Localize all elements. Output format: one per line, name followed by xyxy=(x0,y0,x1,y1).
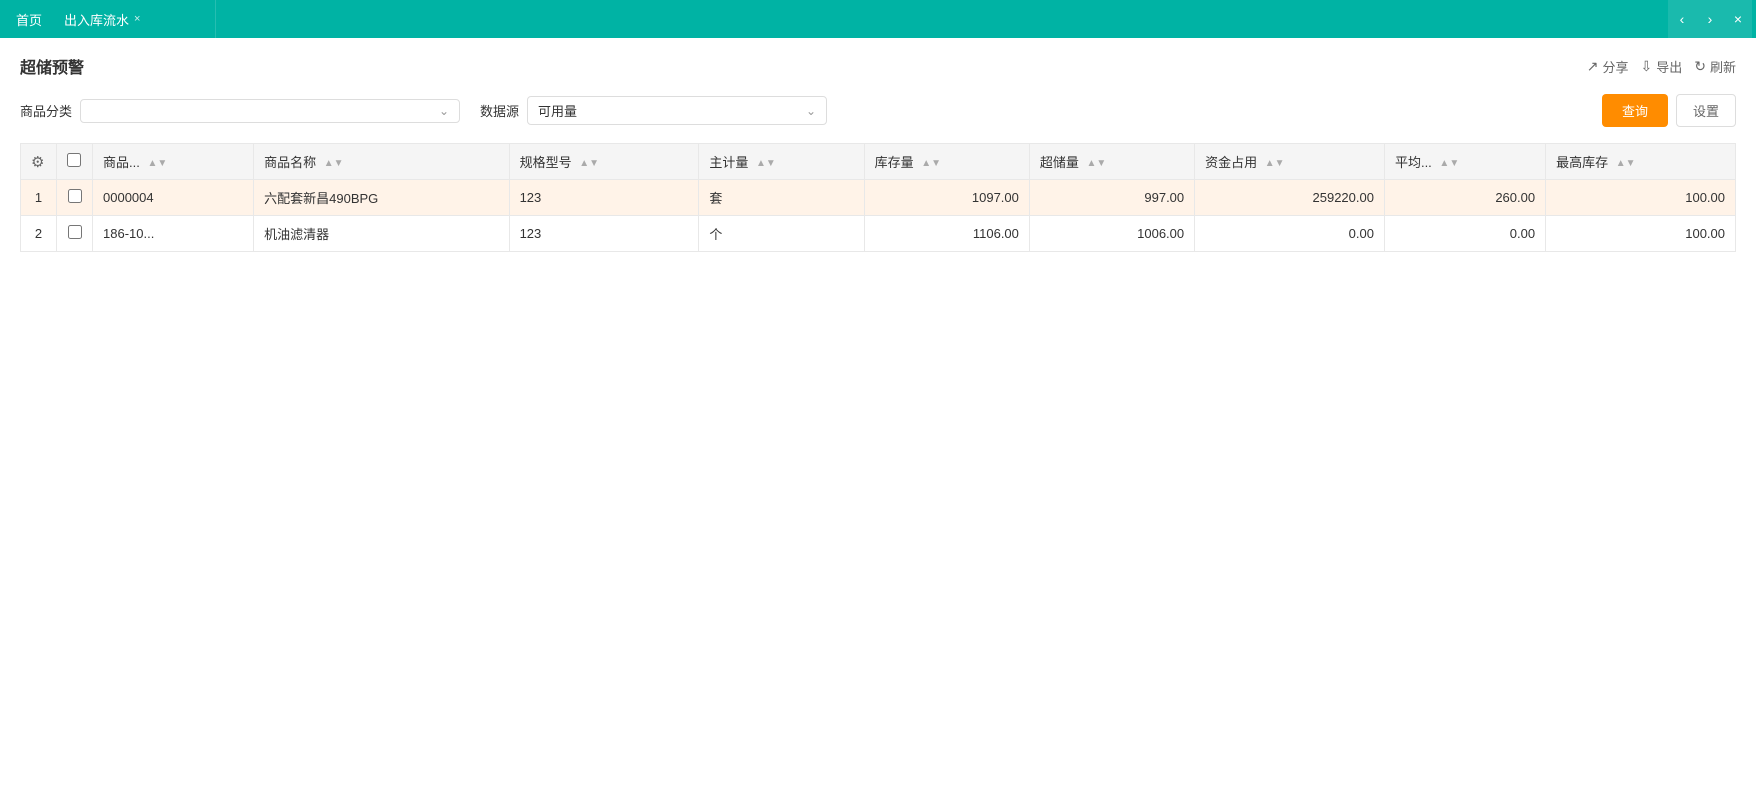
nav-next-btn[interactable]: › xyxy=(1696,0,1724,38)
sort-max-stock-icon[interactable]: ▲▼ xyxy=(1616,159,1636,169)
row-max-stock-0: 100.00 xyxy=(1546,180,1736,216)
category-filter-group: 商品分类 ⌄ xyxy=(20,99,460,123)
row-unit-0: 套 xyxy=(699,180,864,216)
page-header: 超储预警 ↗ 分享 ⇩ 导出 ↻ 刷新 xyxy=(20,54,1736,78)
data-table: ⚙ 商品... ▲▼ 商品名称 ▲▼ 规格型号 ▲▼ 主计 xyxy=(20,143,1736,252)
row-spec-0: 123 xyxy=(509,180,699,216)
query-button[interactable]: 查询 xyxy=(1602,94,1668,127)
sort-stock-icon[interactable]: ▲▼ xyxy=(921,159,941,169)
table-row: 1 0000004 六配套新昌490BPG 123 套 1097.00 997.… xyxy=(21,180,1736,216)
header-actions: ↗ 分享 ⇩ 导出 ↻ 刷新 xyxy=(1587,57,1736,76)
nav-home[interactable]: 首页 xyxy=(4,10,54,29)
page-content: 超储预警 ↗ 分享 ⇩ 导出 ↻ 刷新 商品分类 ⌄ 数据源 xyxy=(0,38,1756,800)
top-nav: 首页 拣货任务管理×拣货异常处理×现存量（库存状况表）×现存量（库存分布表）×库… xyxy=(0,0,1756,38)
category-label: 商品分类 xyxy=(20,101,72,120)
category-chevron-icon: ⌄ xyxy=(439,104,449,118)
row-avg-0: 260.00 xyxy=(1384,180,1545,216)
share-btn[interactable]: ↗ 分享 xyxy=(1587,57,1629,76)
col-checkbox xyxy=(57,144,93,180)
refresh-icon: ↻ xyxy=(1694,58,1706,75)
settings-button[interactable]: 设置 xyxy=(1676,94,1736,127)
export-btn[interactable]: ⇩ 导出 xyxy=(1641,57,1683,76)
nav-close-btn[interactable]: × xyxy=(1724,0,1752,38)
sort-overstock-icon[interactable]: ▲▼ xyxy=(1087,159,1107,169)
sort-product-name-icon[interactable]: ▲▼ xyxy=(324,159,344,169)
filter-actions: 查询 设置 xyxy=(1602,94,1736,127)
datasource-value: 可用量 xyxy=(538,101,577,120)
export-icon: ⇩ xyxy=(1641,58,1653,75)
datasource-chevron-icon: ⌄ xyxy=(806,104,816,118)
row-avg-1: 0.00 xyxy=(1384,216,1545,252)
row-check-1[interactable] xyxy=(68,225,82,239)
col-unit: 主计量 ▲▼ xyxy=(699,144,864,180)
datasource-label: 数据源 xyxy=(480,101,519,120)
row-spec-1: 123 xyxy=(509,216,699,252)
row-capital-0: 259220.00 xyxy=(1195,180,1385,216)
row-product-name-1: 机油滤清器 xyxy=(254,216,509,252)
row-max-stock-1: 100.00 xyxy=(1546,216,1736,252)
sort-avg-icon[interactable]: ▲▼ xyxy=(1439,159,1459,169)
col-overstock: 超储量 ▲▼ xyxy=(1029,144,1194,180)
col-max-stock: 最高库存 ▲▼ xyxy=(1546,144,1736,180)
table-header: ⚙ 商品... ▲▼ 商品名称 ▲▼ 规格型号 ▲▼ 主计 xyxy=(21,144,1736,180)
col-capital: 资金占用 ▲▼ xyxy=(1195,144,1385,180)
datasource-filter-group: 数据源 可用量 ⌄ xyxy=(480,96,827,125)
row-product-code-1: 186-10... xyxy=(93,216,254,252)
sort-capital-icon[interactable]: ▲▼ xyxy=(1265,159,1285,169)
nav-tabs: 拣货任务管理×拣货异常处理×现存量（库存状况表）×现存量（库存分布表）×库存批次… xyxy=(54,0,216,38)
col-stock: 库存量 ▲▼ xyxy=(864,144,1029,180)
nav-tab-5[interactable]: 出入库流水× xyxy=(54,0,216,38)
row-stock-0: 1097.00 xyxy=(864,180,1029,216)
row-num-1: 2 xyxy=(21,216,57,252)
col-avg: 平均... ▲▼ xyxy=(1384,144,1545,180)
row-checkbox-1 xyxy=(57,216,93,252)
select-all-checkbox[interactable] xyxy=(67,153,81,167)
datasource-select[interactable]: 可用量 ⌄ xyxy=(527,96,827,125)
page-title: 超储预警 xyxy=(20,54,84,78)
col-settings: ⚙ xyxy=(21,144,57,180)
row-unit-1: 个 xyxy=(699,216,864,252)
nav-tab-close-5[interactable]: × xyxy=(134,13,140,25)
row-overstock-0: 997.00 xyxy=(1029,180,1194,216)
table-body: 1 0000004 六配套新昌490BPG 123 套 1097.00 997.… xyxy=(21,180,1736,252)
gear-icon[interactable]: ⚙ xyxy=(31,154,44,171)
row-product-name-0: 六配套新昌490BPG xyxy=(254,180,509,216)
nav-prev-btn[interactable]: ‹ xyxy=(1668,0,1696,38)
row-product-code-0: 0000004 xyxy=(93,180,254,216)
sort-spec-icon[interactable]: ▲▼ xyxy=(579,159,599,169)
filter-row: 商品分类 ⌄ 数据源 可用量 ⌄ 查询 设置 xyxy=(20,94,1736,127)
row-check-0[interactable] xyxy=(68,189,82,203)
sort-product-code-icon[interactable]: ▲▼ xyxy=(147,159,167,169)
col-spec: 规格型号 ▲▼ xyxy=(509,144,699,180)
refresh-btn[interactable]: ↻ 刷新 xyxy=(1694,57,1736,76)
row-overstock-1: 1006.00 xyxy=(1029,216,1194,252)
share-icon: ↗ xyxy=(1587,58,1599,75)
row-capital-1: 0.00 xyxy=(1195,216,1385,252)
sort-unit-icon[interactable]: ▲▼ xyxy=(756,159,776,169)
nav-arrows: ‹ › × xyxy=(1668,0,1752,38)
col-product-name: 商品名称 ▲▼ xyxy=(254,144,509,180)
row-num-0: 1 xyxy=(21,180,57,216)
col-product-code: 商品... ▲▼ xyxy=(93,144,254,180)
table-row: 2 186-10... 机油滤清器 123 个 1106.00 1006.00 … xyxy=(21,216,1736,252)
row-stock-1: 1106.00 xyxy=(864,216,1029,252)
category-select[interactable]: ⌄ xyxy=(80,99,460,123)
row-checkbox-0 xyxy=(57,180,93,216)
